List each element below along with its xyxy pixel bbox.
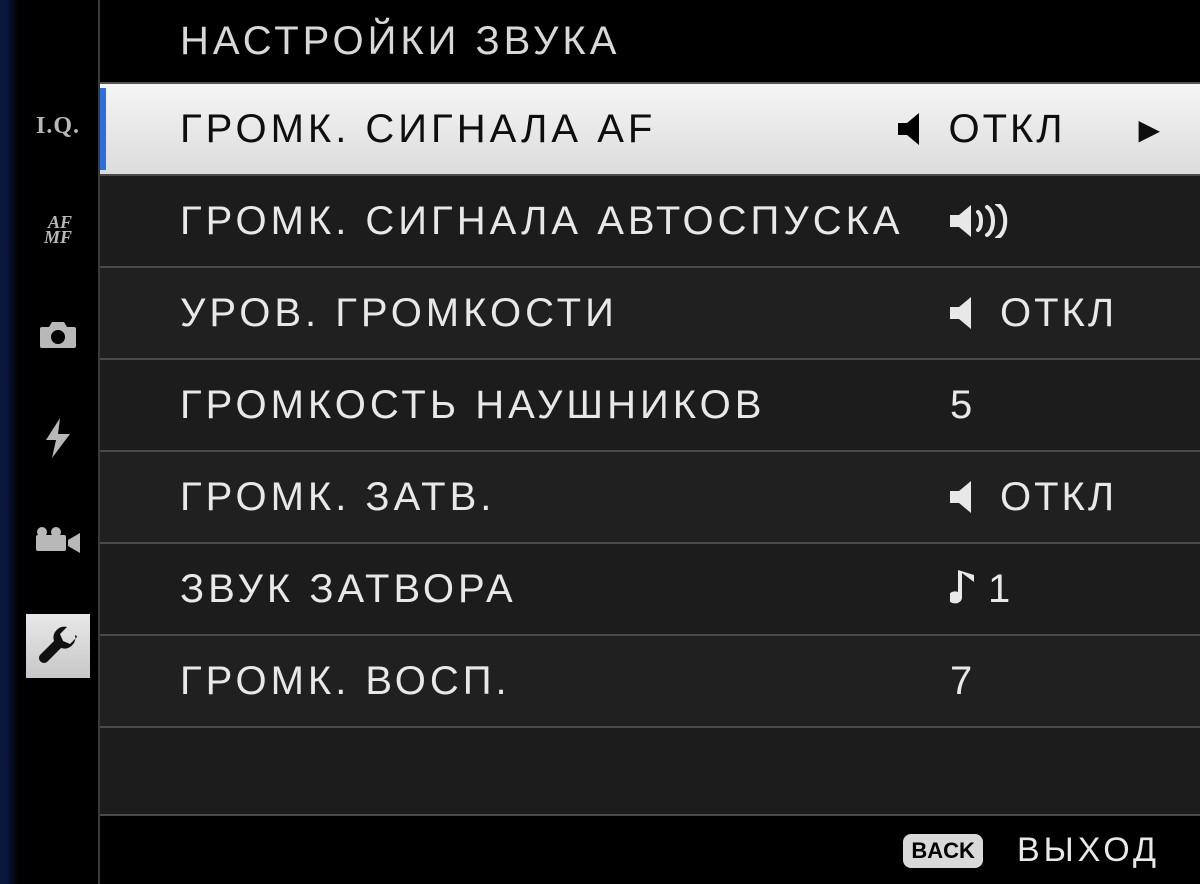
flash-icon	[44, 418, 72, 458]
wrench-tab[interactable]	[26, 614, 90, 678]
video-tab[interactable]	[26, 510, 90, 574]
menu-label: ГРОМК. СИГНАЛА AF	[180, 107, 898, 152]
camera-icon	[38, 319, 78, 349]
page-title: НАСТРОЙКИ ЗВУКА	[100, 0, 1200, 84]
menu-label: ГРОМКОСТЬ НАУШНИКОВ	[180, 383, 950, 428]
flash-tab[interactable]	[26, 406, 90, 470]
menu-value	[950, 204, 1160, 238]
camera-tab[interactable]	[26, 302, 90, 366]
menu-value: 1	[950, 567, 1160, 612]
menu-label: ГРОМК. СИГНАЛА АВТОСПУСКА	[180, 199, 950, 244]
menu-item-playback-volume[interactable]: ГРОМК. ВОСП. 7	[100, 636, 1200, 728]
note-icon	[950, 570, 978, 608]
menu-item-af-beep-volume[interactable]: ГРОМК. СИГНАЛА AF ОТКЛ ▶	[100, 84, 1200, 176]
menu-item-selftimer-beep-volume[interactable]: ГРОМК. СИГНАЛА АВТОСПУСКА	[100, 176, 1200, 268]
wrench-icon	[38, 626, 78, 666]
footer: BACK ВЫХОД	[903, 831, 1160, 870]
back-button[interactable]: BACK	[903, 834, 983, 868]
menu-item-empty	[100, 728, 1200, 816]
exit-label: ВЫХОД	[1017, 831, 1160, 870]
speaker-mute-icon	[950, 480, 990, 514]
screen-edge	[0, 0, 18, 884]
chevron-right-icon: ▶	[1138, 113, 1160, 146]
menu-value-text: ОТКЛ	[1000, 475, 1117, 520]
menu-item-shutter-sound[interactable]: ЗВУК ЗАТВОРА 1	[100, 544, 1200, 636]
menu-value: 5	[950, 383, 1160, 428]
menu-value: ОТКЛ	[898, 107, 1108, 152]
menu-label: ГРОМК. ЗАТВ.	[180, 475, 950, 520]
menu-value: ОТКЛ	[950, 291, 1160, 336]
menu-label: ГРОМК. ВОСП.	[180, 659, 950, 704]
menu-item-headphone-volume[interactable]: ГРОМКОСТЬ НАУШНИКОВ 5	[100, 360, 1200, 452]
menu-value: ОТКЛ	[950, 475, 1160, 520]
menu-value-text: 5	[950, 383, 975, 428]
iq-tab[interactable]: I.Q.	[26, 94, 90, 158]
afmf-tab[interactable]: AFMF	[26, 198, 90, 262]
video-icon	[36, 527, 80, 557]
menu-value: 7	[950, 659, 1160, 704]
menu-value-text: ОТКЛ	[1000, 291, 1117, 336]
menu-item-shutter-volume[interactable]: ГРОМК. ЗАТВ. ОТКЛ	[100, 452, 1200, 544]
afmf-icon: AFMF	[44, 215, 72, 246]
main-panel: НАСТРОЙКИ ЗВУКА ГРОМК. СИГНАЛА AF ОТКЛ ▶…	[98, 0, 1200, 884]
sidebar: I.Q. AFMF	[18, 0, 98, 884]
speaker-loud-icon	[950, 204, 1008, 238]
menu-item-volume-level[interactable]: УРОВ. ГРОМКОСТИ ОТКЛ	[100, 268, 1200, 360]
menu-value-text: 7	[950, 659, 975, 704]
speaker-mute-icon	[898, 112, 938, 146]
menu-list: ГРОМК. СИГНАЛА AF ОТКЛ ▶ ГРОМК. СИГНАЛА …	[100, 84, 1200, 816]
menu-label: УРОВ. ГРОМКОСТИ	[180, 291, 950, 336]
menu-value-text: 1	[988, 567, 1013, 612]
menu-value-text: ОТКЛ	[948, 107, 1065, 152]
speaker-mute-icon	[950, 296, 990, 330]
menu-label: ЗВУК ЗАТВОРА	[180, 567, 950, 612]
iq-icon: I.Q.	[36, 113, 80, 140]
